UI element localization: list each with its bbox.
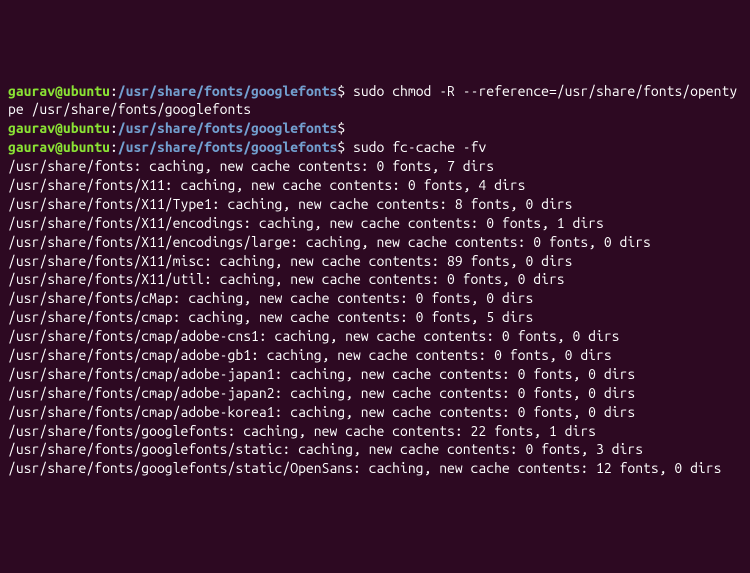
prompt-colon: : — [110, 139, 118, 155]
prompt-at: @ — [55, 83, 63, 99]
prompt-line-1: gaurav@ubuntu:/usr/share/fonts/googlefon… — [8, 82, 742, 120]
output-line: /usr/share/fonts/googlefonts/static: cac… — [8, 440, 742, 459]
prompt-colon: : — [110, 83, 118, 99]
output-line: /usr/share/fonts/cmap: caching, new cach… — [8, 308, 742, 327]
prompt-dollar: $ — [337, 120, 353, 136]
prompt-line-3: gaurav@ubuntu:/usr/share/fonts/googlefon… — [8, 138, 742, 157]
prompt-line-2: gaurav@ubuntu:/usr/share/fonts/googlefon… — [8, 119, 742, 138]
terminal-output[interactable]: gaurav@ubuntu:/usr/share/fonts/googlefon… — [8, 82, 742, 479]
prompt-colon: : — [110, 120, 118, 136]
output-line: /usr/share/fonts/googlefonts/static/Open… — [8, 459, 742, 478]
output-line: /usr/share/fonts/X11/Type1: caching, new… — [8, 195, 742, 214]
output-line: /usr/share/fonts/X11/util: caching, new … — [8, 270, 742, 289]
output-line: /usr/share/fonts/X11/misc: caching, new … — [8, 252, 742, 271]
prompt-dollar: $ — [337, 83, 353, 99]
output-line: /usr/share/fonts/X11/encodings: caching,… — [8, 214, 742, 233]
prompt-path: /usr/share/fonts/googlefonts — [118, 120, 338, 136]
prompt-at: @ — [55, 120, 63, 136]
prompt-user: gaurav — [8, 120, 55, 136]
output-line: /usr/share/fonts/cmap/adobe-gb1: caching… — [8, 346, 742, 365]
output-line: /usr/share/fonts/cmap/adobe-japan1: cach… — [8, 365, 742, 384]
output-line: /usr/share/fonts: caching, new cache con… — [8, 157, 742, 176]
output-line: /usr/share/fonts/cMap: caching, new cach… — [8, 289, 742, 308]
command-fc-cache: sudo fc-cache -fv — [353, 139, 486, 155]
output-line: /usr/share/fonts/X11/encodings/large: ca… — [8, 233, 742, 252]
output-line: /usr/share/fonts/cmap/adobe-cns1: cachin… — [8, 327, 742, 346]
prompt-user: gaurav — [8, 139, 55, 155]
prompt-host: ubuntu — [63, 139, 110, 155]
prompt-path: /usr/share/fonts/googlefonts — [118, 139, 338, 155]
prompt-at: @ — [55, 139, 63, 155]
output-line: /usr/share/fonts/cmap/adobe-japan2: cach… — [8, 384, 742, 403]
prompt-host: ubuntu — [63, 120, 110, 136]
output-line: /usr/share/fonts/cmap/adobe-korea1: cach… — [8, 403, 742, 422]
output-line: /usr/share/fonts/googlefonts: caching, n… — [8, 422, 742, 441]
prompt-path: /usr/share/fonts/googlefonts — [118, 83, 338, 99]
prompt-host: ubuntu — [63, 83, 110, 99]
output-line: /usr/share/fonts/X11: caching, new cache… — [8, 176, 742, 195]
prompt-user: gaurav — [8, 83, 55, 99]
prompt-dollar: $ — [337, 139, 353, 155]
